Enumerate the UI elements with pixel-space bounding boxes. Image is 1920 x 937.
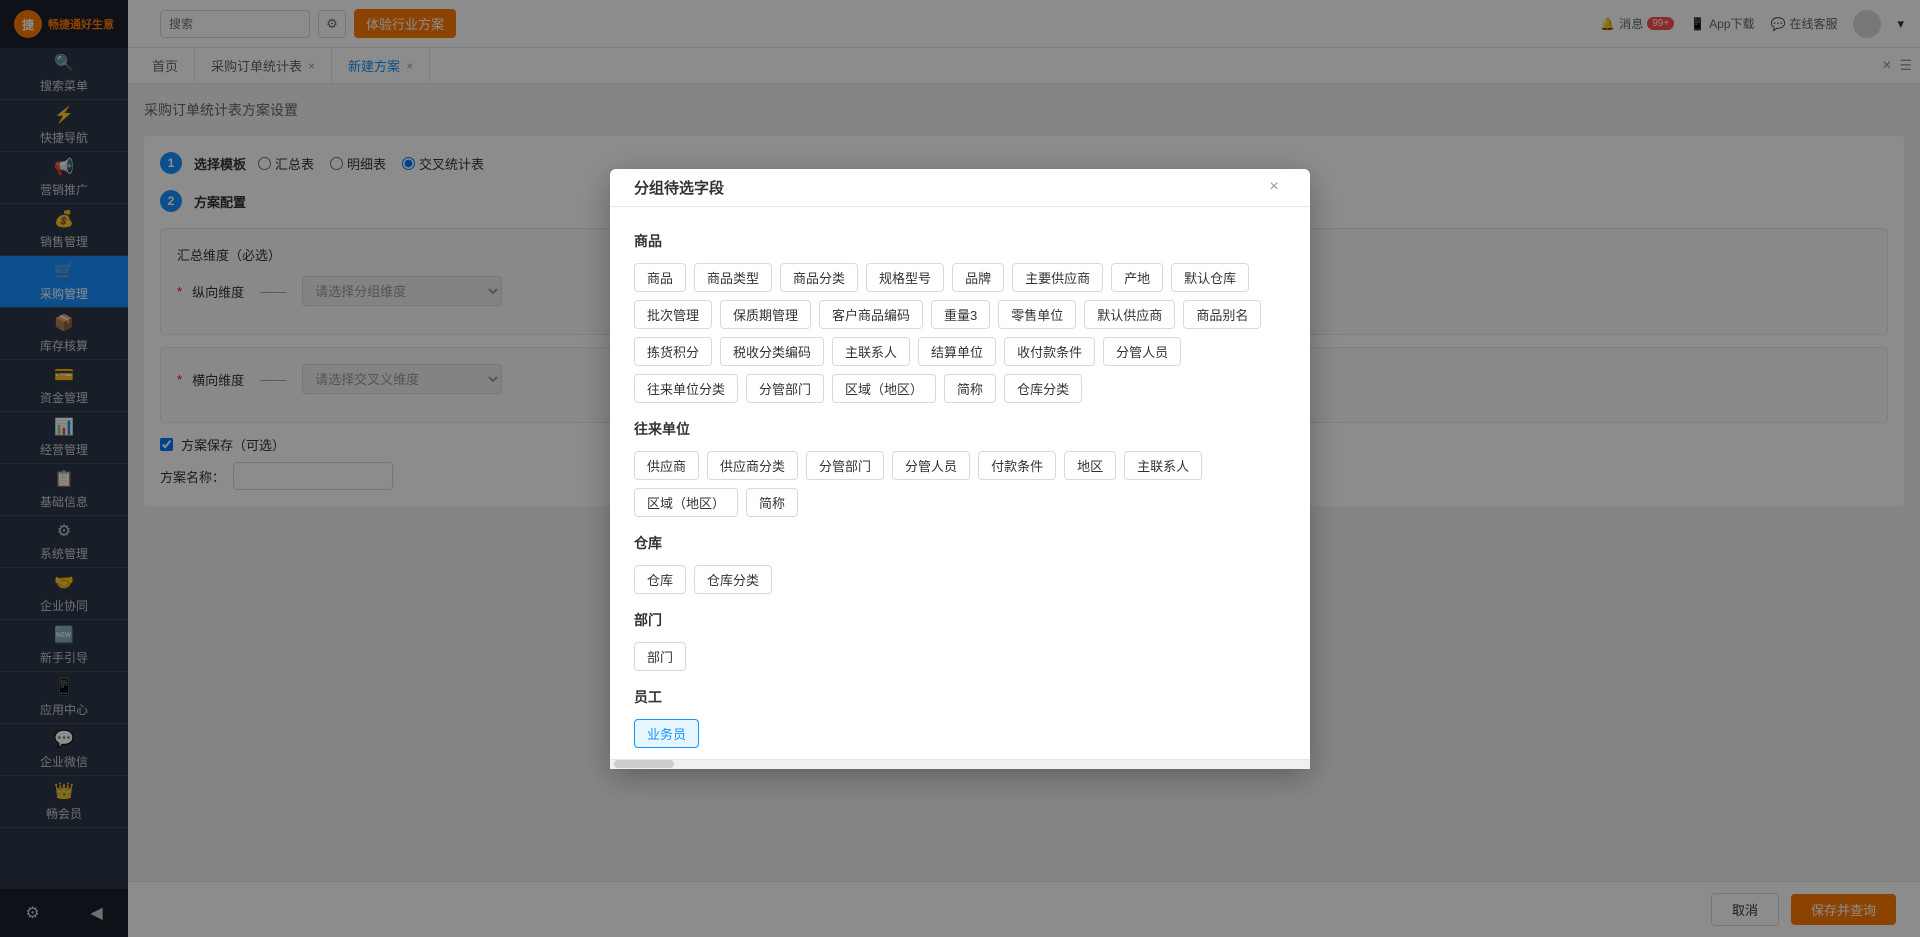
field-tag[interactable]: 仓库分类 [694, 565, 772, 594]
field-tag[interactable]: 品牌 [952, 263, 1004, 292]
field-tag[interactable]: 重量3 [931, 300, 990, 329]
field-tag[interactable]: 规格型号 [866, 263, 944, 292]
field-tag[interactable]: 部门 [634, 642, 686, 671]
field-tag[interactable]: 产地 [1111, 263, 1163, 292]
section-title-goods: 商品 [634, 231, 1286, 251]
modal-body[interactable]: 商品 商品 商品类型 商品分类 规格型号 品牌 主要供应商 产地 默认仓库 批次… [610, 207, 1310, 759]
field-tag[interactable]: 仓库 [634, 565, 686, 594]
field-tag-selected[interactable]: 业务员 [634, 719, 699, 748]
field-tag[interactable]: 批次管理 [634, 300, 712, 329]
field-tag[interactable]: 商品类型 [694, 263, 772, 292]
modal-header: 分组待选字段 × [610, 169, 1310, 208]
field-tag[interactable]: 商品分类 [780, 263, 858, 292]
field-tag[interactable]: 分管人员 [1103, 337, 1181, 366]
modal-title: 分组待选字段 [634, 177, 724, 198]
section-title-employee: 员工 [634, 687, 1286, 707]
modal-overlay: 分组待选字段 × 商品 商品 商品类型 商品分类 规格型号 品牌 主要供应商 产… [0, 0, 1920, 937]
field-tag[interactable]: 区域（地区） [634, 488, 738, 517]
field-tag[interactable]: 区域（地区） [832, 374, 936, 403]
modal-horizontal-scroll[interactable] [610, 759, 1310, 769]
field-tag[interactable]: 仓库分类 [1004, 374, 1082, 403]
field-tag[interactable]: 简称 [746, 488, 798, 517]
modal-hscroll-thumb [614, 760, 674, 768]
field-tag[interactable]: 客户商品编码 [819, 300, 923, 329]
field-tag[interactable]: 收付款条件 [1004, 337, 1095, 366]
field-tag[interactable]: 商品别名 [1183, 300, 1261, 329]
field-tag[interactable]: 主要供应商 [1012, 263, 1103, 292]
field-tag[interactable]: 保质期管理 [720, 300, 811, 329]
field-tag[interactable]: 零售单位 [998, 300, 1076, 329]
field-tag[interactable]: 地区 [1064, 451, 1116, 480]
field-grid-dept: 部门 [634, 642, 1286, 671]
field-tag[interactable]: 分管部门 [746, 374, 824, 403]
field-tag[interactable]: 结算单位 [918, 337, 996, 366]
field-tag[interactable]: 默认供应商 [1084, 300, 1175, 329]
field-grid-partner: 供应商 供应商分类 分管部门 分管人员 付款条件 地区 主联系人 区域（地区） … [634, 451, 1286, 517]
field-grid-warehouse: 仓库 仓库分类 [634, 565, 1286, 594]
field-grid-employee: 业务员 [634, 719, 1286, 748]
field-grid-goods: 商品 商品类型 商品分类 规格型号 品牌 主要供应商 产地 默认仓库 批次管理 … [634, 263, 1286, 403]
field-tag[interactable]: 拣货积分 [634, 337, 712, 366]
field-tag[interactable]: 主联系人 [1124, 451, 1202, 480]
field-tag[interactable]: 分管部门 [806, 451, 884, 480]
field-tag[interactable]: 往来单位分类 [634, 374, 738, 403]
field-tag[interactable]: 默认仓库 [1171, 263, 1249, 292]
field-tag[interactable]: 简称 [944, 374, 996, 403]
section-title-dept: 部门 [634, 610, 1286, 630]
field-tag[interactable]: 商品 [634, 263, 686, 292]
modal-close-button[interactable]: × [1262, 175, 1286, 199]
field-tag[interactable]: 供应商 [634, 451, 699, 480]
field-tag[interactable]: 税收分类编码 [720, 337, 824, 366]
field-tag[interactable]: 付款条件 [978, 451, 1056, 480]
field-tag[interactable]: 分管人员 [892, 451, 970, 480]
field-tag[interactable]: 供应商分类 [707, 451, 798, 480]
field-tag[interactable]: 主联系人 [832, 337, 910, 366]
section-title-partner: 往来单位 [634, 419, 1286, 439]
section-title-warehouse: 仓库 [634, 533, 1286, 553]
field-select-modal: 分组待选字段 × 商品 商品 商品类型 商品分类 规格型号 品牌 主要供应商 产… [610, 169, 1310, 769]
